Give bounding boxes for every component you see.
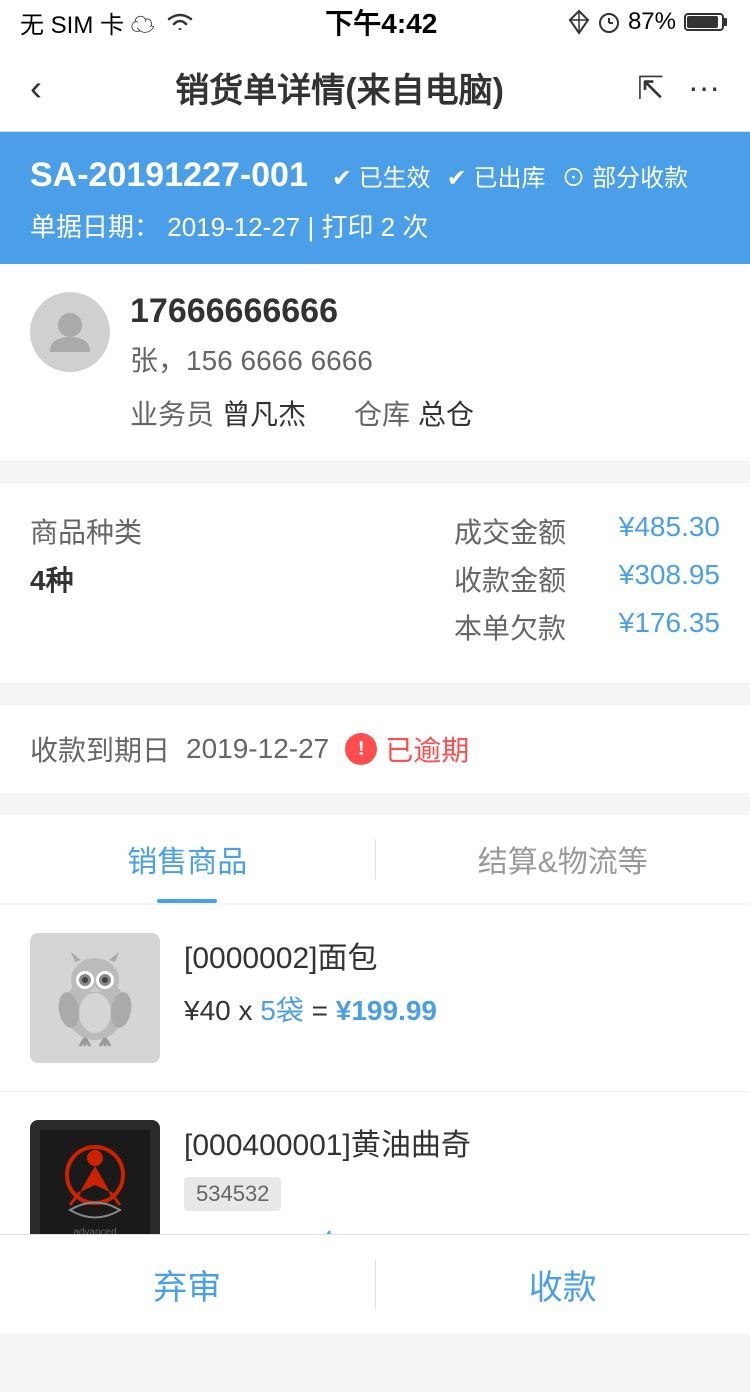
battery-level: 87%	[628, 8, 676, 36]
tab-sales-products[interactable]: 销售商品	[0, 815, 375, 903]
due-date-label: 收款到期日	[30, 729, 170, 769]
status-bar-left: 无 SIM 卡 ☁	[20, 5, 195, 40]
product-total-1: ¥199.99	[336, 995, 437, 1026]
product-details-1: [0000002]面包 ¥40 x 5袋 = ¥199.99	[184, 933, 720, 1063]
overdue-badge: ! 已逾期	[345, 729, 469, 769]
product-base-price-1: ¥40 x	[184, 995, 260, 1026]
badge-partial: ⊙ 部分收款	[561, 158, 688, 193]
nav-actions: ⇱ ···	[637, 69, 720, 107]
deal-amount-value: ¥485.30	[590, 511, 720, 551]
customer-name: 张，156 6666 6666	[130, 339, 720, 379]
warehouse-meta: 仓库 总仓	[354, 393, 474, 433]
sales-label: 业务员	[130, 393, 214, 433]
product-name-2: [000400001]黄油曲奇	[184, 1120, 720, 1164]
overdue-icon: !	[345, 733, 377, 765]
product-equals-1: =	[312, 995, 336, 1026]
product-image-2: advanced	[30, 1120, 160, 1250]
sales-value: 曾凡杰	[222, 393, 306, 433]
share-icon[interactable]: ⇱	[637, 69, 664, 107]
page-title: 销货单详情(来自电脑)	[175, 63, 504, 112]
debt-label: 本单欠款	[454, 607, 566, 647]
more-icon[interactable]: ···	[688, 69, 720, 106]
cancel-button[interactable]: 弃审	[0, 1235, 375, 1334]
summary-right: 成交金额 ¥485.30 收款金额 ¥308.95 本单欠款 ¥176.35	[454, 511, 720, 655]
location-icon	[568, 9, 590, 35]
status-bar: 无 SIM 卡 ☁ 下午4:42 87%	[0, 0, 750, 44]
warehouse-value: 总仓	[418, 393, 474, 433]
alarm-icon	[598, 10, 620, 34]
order-date: 单据日期： 2019-12-27 | 打印 2 次	[30, 207, 720, 244]
product-thumbnail-ninja: advanced	[40, 1130, 150, 1240]
nav-bar: ‹ 销货单详情(来自电脑) ⇱ ···	[0, 44, 750, 132]
product-price-1: ¥40 x 5袋 = ¥199.99	[184, 989, 720, 1029]
badge-effective: ✔ 已生效	[332, 158, 431, 193]
debt-value: ¥176.35	[590, 607, 720, 647]
customer-id: 17666666666	[130, 292, 720, 331]
collected-row: 收款金额 ¥308.95	[454, 559, 720, 599]
deal-amount-row: 成交金额 ¥485.30	[454, 511, 720, 551]
user-icon	[45, 307, 95, 357]
confirm-button[interactable]: 收款	[376, 1235, 750, 1334]
summary-left: 商品种类 4种	[30, 511, 142, 599]
warehouse-label: 仓库	[354, 393, 410, 433]
debt-row: 本单欠款 ¥176.35	[454, 607, 720, 647]
category-label: 商品种类	[30, 511, 142, 551]
product-qty-1: 5袋	[260, 995, 304, 1026]
back-button[interactable]: ‹	[30, 67, 42, 109]
tabs: 销售商品 结算&物流等	[0, 815, 750, 903]
tabs-section: 销售商品 结算&物流等	[0, 814, 750, 903]
overdue-label: 已逾期	[385, 729, 469, 769]
category-value: 4种	[30, 565, 74, 596]
product-tag-2: 534532	[184, 1177, 281, 1211]
order-header-top: SA-20191227-001 ✔ 已生效 ✔ 已出库 ⊙ 部分收款	[30, 156, 720, 195]
product-name-1: [0000002]面包	[184, 933, 720, 977]
sim-status: 无 SIM 卡 ☁	[20, 5, 155, 40]
order-id: SA-20191227-001	[30, 156, 308, 195]
deal-amount-label: 成交金额	[454, 511, 566, 551]
due-date-section: 收款到期日 2019-12-27 ! 已逾期	[0, 704, 750, 794]
tab-settlement[interactable]: 结算&物流等	[376, 815, 750, 903]
avatar	[30, 292, 110, 372]
customer-info: 17666666666 张，156 6666 6666 业务员 曾凡杰 仓库 总…	[130, 292, 720, 433]
due-date-value: 2019-12-27	[186, 733, 329, 765]
collected-label: 收款金额	[454, 559, 566, 599]
status-badges: ✔ 已生效 ✔ 已出库 ⊙ 部分收款	[332, 158, 688, 193]
customer-meta: 业务员 曾凡杰 仓库 总仓	[130, 393, 720, 433]
product-thumbnail-owl: 晨+	[45, 948, 145, 1048]
product-image-1: 晨+	[30, 933, 160, 1063]
sales-meta: 业务员 曾凡杰	[130, 393, 306, 433]
content-area: SA-20191227-001 ✔ 已生效 ✔ 已出库 ⊙ 部分收款 单据日期：…	[0, 132, 750, 1392]
list-item: 晨+ [0000002]面包 ¥40 x 5袋 = ¥199.99	[0, 905, 750, 1092]
wifi-icon	[165, 11, 195, 33]
order-header: SA-20191227-001 ✔ 已生效 ✔ 已出库 ⊙ 部分收款 单据日期：…	[0, 132, 750, 264]
status-bar-right: 87%	[568, 8, 730, 36]
battery-icon	[684, 11, 730, 33]
collected-value: ¥308.95	[590, 559, 720, 599]
summary-section: 商品种类 4种 成交金额 ¥485.30 收款金额 ¥308.95 本单欠款 ¥…	[0, 482, 750, 684]
status-bar-time: 下午4:42	[325, 2, 437, 42]
bottom-actions: 弃审 收款	[0, 1234, 750, 1334]
customer-section: 17666666666 张，156 6666 6666 业务员 曾凡杰 仓库 总…	[0, 264, 750, 462]
badge-shipped: ✔ 已出库	[447, 158, 546, 193]
